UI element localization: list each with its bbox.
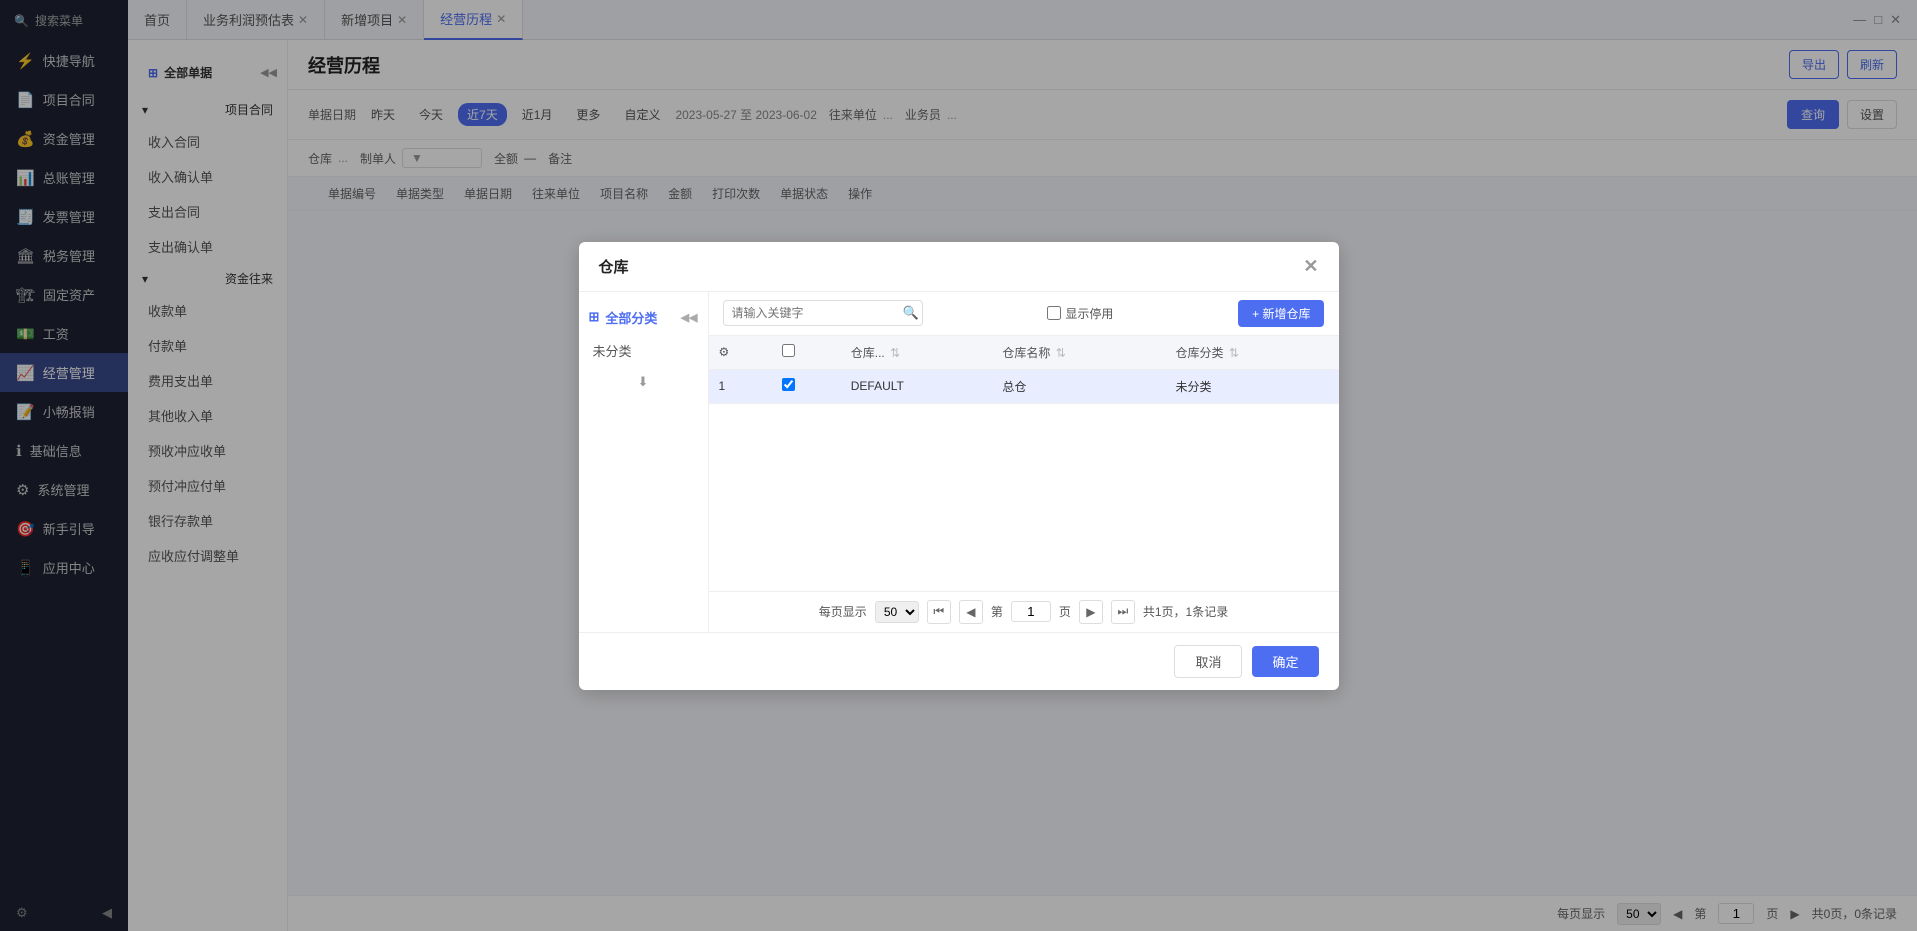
category-icon: ⊞ — [589, 309, 600, 325]
sort-category-icon: ⇅ — [1229, 346, 1239, 360]
first-page-button[interactable]: ⏮ — [927, 600, 951, 624]
modal-footer: 取消 确定 — [579, 632, 1339, 690]
table-header-row: ⚙ 仓库... ⇅ 仓库名称 ⇅ 仓库分类 — [709, 336, 1339, 370]
sort-name-icon: ⇅ — [1056, 346, 1066, 360]
modal-search-box: 🔍 — [723, 300, 923, 326]
th-warehouse-category[interactable]: 仓库分类 ⇅ — [1165, 336, 1338, 370]
search-icon: 🔍 — [895, 301, 923, 325]
total-records: 共1页，1条记录 — [1143, 603, 1228, 620]
modal-left-collapse[interactable]: ⬇ — [579, 368, 708, 396]
modal-close-button[interactable]: ✕ — [1303, 256, 1318, 277]
page-input[interactable] — [1011, 601, 1051, 622]
modal-title: 仓库 — [599, 256, 629, 277]
sort-code-icon: ⇅ — [890, 346, 900, 360]
show-disabled-label: 显示停用 — [1065, 305, 1113, 322]
page-suffix: 页 — [1059, 603, 1071, 620]
left-scroll-icon: ⬇ — [638, 374, 649, 390]
add-warehouse-button[interactable]: + 新增仓库 — [1238, 300, 1324, 327]
th-warehouse-code[interactable]: 仓库... ⇅ — [841, 336, 993, 370]
modal-left-panel: ⊞ 全部分类 ◀◀ 未分类 ⬇ — [579, 292, 709, 632]
modal-all-categories[interactable]: ⊞ 全部分类 ◀◀ — [579, 302, 708, 333]
table-row[interactable]: 1 DEFAULT 总仓 未分类 — [709, 369, 1339, 403]
modal-search-input[interactable] — [724, 302, 895, 324]
row-checkbox[interactable] — [782, 378, 795, 391]
modal-pagination: 每页显示 50 ⏮ ◀ 第 页 ▶ ⏭ 共1页，1条记录 — [709, 591, 1339, 632]
show-disabled-checkbox[interactable]: 显示停用 — [1047, 305, 1113, 322]
warehouse-modal: 仓库 ✕ ⊞ 全部分类 ◀◀ 未分类 ⬇ 🔍 — [579, 242, 1339, 690]
select-all-checkbox[interactable] — [782, 344, 795, 357]
modal-body: ⊞ 全部分类 ◀◀ 未分类 ⬇ 🔍 显示停用 — [579, 292, 1339, 632]
modal-table: ⚙ 仓库... ⇅ 仓库名称 ⇅ 仓库分类 — [709, 336, 1339, 591]
show-disabled-input[interactable] — [1047, 306, 1061, 320]
chevron-left-icon: ◀◀ — [681, 311, 698, 324]
modal-toolbar: 🔍 显示停用 + 新增仓库 — [709, 292, 1339, 336]
page-label: 第 — [991, 603, 1003, 620]
th-settings[interactable]: ⚙ — [709, 336, 773, 370]
modal-right-panel: 🔍 显示停用 + 新增仓库 ⚙ 仓库... — [709, 292, 1339, 632]
per-page-label: 每页显示 — [819, 603, 867, 620]
all-categories-label: 全部分类 — [605, 308, 657, 327]
td-checkbox[interactable] — [772, 369, 840, 403]
td-code: DEFAULT — [841, 369, 993, 403]
td-name: 总仓 — [992, 369, 1165, 403]
last-page-button[interactable]: ⏭ — [1111, 600, 1135, 624]
uncategorized-label: 未分类 — [593, 344, 632, 359]
modal-uncategorized[interactable]: 未分类 — [579, 333, 708, 368]
modal-header: 仓库 ✕ — [579, 242, 1339, 292]
td-category: 未分类 — [1165, 369, 1338, 403]
cancel-button[interactable]: 取消 — [1174, 645, 1242, 678]
confirm-button[interactable]: 确定 — [1252, 646, 1318, 677]
next-page-button[interactable]: ▶ — [1079, 600, 1103, 624]
th-checkbox[interactable] — [772, 336, 840, 370]
prev-page-button[interactable]: ◀ — [959, 600, 983, 624]
td-row-num: 1 — [709, 369, 773, 403]
th-warehouse-name[interactable]: 仓库名称 ⇅ — [992, 336, 1165, 370]
per-page-select[interactable]: 50 — [875, 601, 919, 623]
